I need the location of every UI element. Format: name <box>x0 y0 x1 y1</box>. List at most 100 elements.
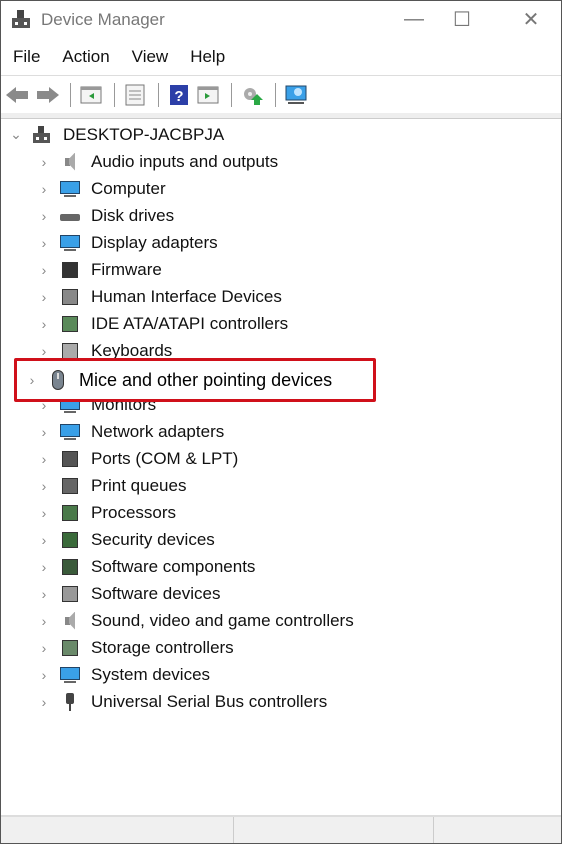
status-pane-1 <box>1 817 234 843</box>
maximize-button[interactable]: ☐ <box>439 1 485 37</box>
menu-help[interactable]: Help <box>182 47 233 67</box>
storage-controller-icon <box>59 638 81 658</box>
tree-item[interactable]: › IDE ATA/ATAPI controllers <box>1 310 561 337</box>
chevron-right-icon[interactable]: › <box>37 262 51 278</box>
tree-item[interactable]: › Firmware <box>1 256 561 283</box>
chevron-right-icon[interactable]: › <box>37 640 51 656</box>
minimize-button[interactable]: — <box>391 1 437 37</box>
properties-button[interactable] <box>122 82 148 108</box>
device-tree: ⌄ DESKTOP-JACBPJA › Audio inputs and outp… <box>1 121 561 715</box>
back-icon <box>6 86 28 103</box>
tree-item-label: Software devices <box>91 583 221 603</box>
tree-item[interactable]: › Audio inputs and outputs <box>1 148 561 175</box>
hid-icon <box>59 287 81 307</box>
tree-item[interactable]: › Software devices <box>1 580 561 607</box>
menu-file[interactable]: File <box>5 47 48 67</box>
system-device-icon <box>59 665 81 685</box>
tree-item[interactable]: › Computer <box>1 175 561 202</box>
maximize-icon: ☐ <box>453 8 471 31</box>
chevron-right-icon[interactable]: › <box>37 343 51 359</box>
tree-item[interactable]: › Network adapters <box>1 418 561 445</box>
show-hide-action-pane-icon <box>197 86 219 103</box>
svg-text:?: ? <box>174 88 183 105</box>
close-icon: ✕ <box>522 8 540 31</box>
speaker-icon <box>59 152 81 172</box>
software-component-icon <box>59 557 81 577</box>
status-pane-2 <box>234 817 434 843</box>
tree-item[interactable]: › Print queues <box>1 472 561 499</box>
tree-item[interactable]: › Processors <box>1 499 561 526</box>
tree-item-label: Processors <box>91 502 177 522</box>
menu-action[interactable]: Action <box>54 47 117 67</box>
chevron-right-icon[interactable]: › <box>37 316 51 332</box>
chevron-right-icon[interactable]: › <box>37 478 51 494</box>
tree-item-label: Disk drives <box>91 205 175 225</box>
tree-item[interactable]: › Storage controllers <box>1 634 561 661</box>
tree-item[interactable]: › Disk drives <box>1 202 561 229</box>
tree-item[interactable]: › Human Interface Devices <box>1 283 561 310</box>
security-device-icon <box>59 530 81 550</box>
tree-item[interactable]: › Software components <box>1 553 561 580</box>
toolbar-separator <box>70 82 71 107</box>
tree-item-label: IDE ATA/ATAPI controllers <box>91 313 289 333</box>
back-button[interactable] <box>5 82 31 108</box>
update-driver-button[interactable] <box>239 82 265 108</box>
tree-item-label: Ports (COM & LPT) <box>91 448 239 468</box>
chevron-right-icon[interactable]: › <box>37 289 51 305</box>
tree-item[interactable]: › Ports (COM & LPT) <box>1 445 561 472</box>
window-title: Device Manager <box>41 10 165 29</box>
show-hide-console-tree-button[interactable] <box>78 82 104 108</box>
highlighted-item-mice[interactable]: › Mice and other pointing devices <box>14 358 376 402</box>
title-bar: Device Manager — ☐ ✕ <box>1 1 561 39</box>
forward-button[interactable] <box>34 82 60 108</box>
tree-root-label: DESKTOP-JACBPJA <box>63 124 225 144</box>
toolbar-divider <box>1 113 561 119</box>
ide-controller-icon <box>59 314 81 334</box>
toolbar-separator <box>275 82 276 107</box>
chevron-right-icon[interactable]: › <box>37 181 51 197</box>
chevron-right-icon[interactable]: › <box>37 154 51 170</box>
menu-view[interactable]: View <box>124 47 177 67</box>
mouse-icon <box>47 370 69 390</box>
update-driver-icon <box>244 87 263 105</box>
tree-item[interactable]: › Display adapters <box>1 229 561 256</box>
firmware-icon <box>59 260 81 280</box>
tree-root[interactable]: ⌄ DESKTOP-JACBPJA <box>1 121 561 148</box>
status-pane-3 <box>434 817 561 843</box>
chevron-right-icon[interactable]: › <box>37 235 51 251</box>
computer-root-icon <box>31 125 53 145</box>
show-hide-console-tree-icon <box>80 86 102 103</box>
chevron-right-icon[interactable]: › <box>37 694 51 710</box>
device-manager-window: Device Manager — ☐ ✕ File Action View He… <box>0 0 562 844</box>
tree-item-label: Human Interface Devices <box>91 286 282 306</box>
toolbar-separator <box>158 82 159 107</box>
show-hide-action-pane-button[interactable] <box>195 82 221 108</box>
sound-icon <box>59 611 81 631</box>
chevron-right-icon[interactable]: › <box>37 424 51 440</box>
help-button[interactable]: ? <box>166 82 192 108</box>
chevron-down-icon[interactable]: ⌄ <box>9 126 23 143</box>
tree-item-label: Firmware <box>91 259 162 279</box>
chevron-right-icon[interactable]: › <box>37 208 51 224</box>
tree-item[interactable]: › Sound, video and game controllers <box>1 607 561 634</box>
chevron-right-icon[interactable]: › <box>37 559 51 575</box>
chevron-right-icon[interactable]: › <box>25 372 39 388</box>
chevron-right-icon[interactable]: › <box>37 586 51 602</box>
device-manager-app-icon <box>11 10 31 30</box>
close-button[interactable]: ✕ <box>508 1 554 37</box>
help-icon: ? <box>170 84 188 105</box>
tree-item-label: Audio inputs and outputs <box>91 151 279 171</box>
chevron-right-icon[interactable]: › <box>37 667 51 683</box>
tree-item-label: Software components <box>91 556 256 576</box>
chevron-right-icon[interactable]: › <box>37 505 51 521</box>
scan-hardware-icon <box>285 85 307 104</box>
chevron-right-icon[interactable]: › <box>37 451 51 467</box>
port-icon <box>59 449 81 469</box>
tree-item[interactable]: › System devices <box>1 661 561 688</box>
scan-hardware-button[interactable] <box>283 82 309 108</box>
tree-item[interactable]: › Security devices <box>1 526 561 553</box>
tree-item[interactable]: › Universal Serial Bus controllers <box>1 688 561 715</box>
display-adapter-icon <box>59 233 81 253</box>
chevron-right-icon[interactable]: › <box>37 613 51 629</box>
chevron-right-icon[interactable]: › <box>37 532 51 548</box>
